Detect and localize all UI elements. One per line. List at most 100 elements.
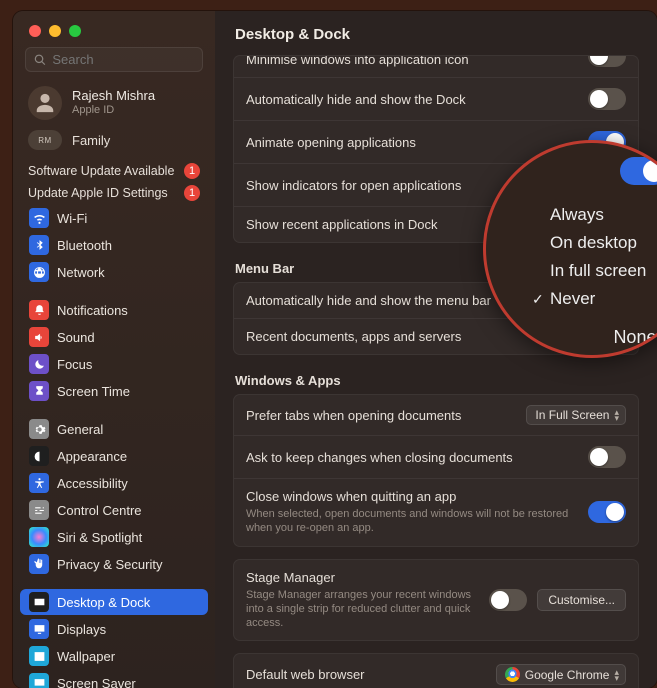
apple-id-update-row[interactable]: Update Apple ID Settings 1 (13, 182, 215, 204)
sidebar-item-label: General (57, 422, 103, 437)
sidebar-item-accessibility[interactable]: Accessibility (20, 470, 208, 496)
sidebar-item-focus[interactable]: Focus (20, 351, 208, 377)
stage-manager-toggle[interactable] (489, 589, 527, 611)
row-label: Recent documents, apps and servers (246, 329, 461, 344)
menu-option-in full screen[interactable]: In full screen (532, 257, 657, 285)
browser-popup[interactable]: Google Chrome ▴▾ (496, 664, 626, 685)
popup-value: Google Chrome (525, 668, 610, 682)
sidebar-item-label: Screen Saver (57, 676, 136, 688)
popup-value: In Full Screen (535, 408, 609, 422)
sidebar-item-network[interactable]: Network (20, 259, 208, 285)
row-label: Ask to keep changes when closing documen… (246, 450, 513, 465)
row-label: Animate opening applications (246, 135, 416, 150)
row-label: Automatically hide and show the menu bar (246, 293, 491, 308)
sidebar-item-wallpaper[interactable]: Wallpaper (20, 643, 208, 669)
sidebar-item-label: Notifications (57, 303, 128, 318)
sidebar-item-siri-spotlight[interactable]: Siri & Spotlight (20, 524, 208, 550)
row-label: Automatically hide and show the Dock (246, 92, 466, 107)
sidebar-item-label: Focus (57, 357, 92, 372)
sidebar-item-label: Accessibility (57, 476, 128, 491)
ask-toggle[interactable] (588, 446, 626, 468)
zoom-window-button[interactable] (69, 25, 81, 37)
sidebar-item-label: Bluetooth (57, 238, 112, 253)
sidebar-item-label: Siri & Spotlight (57, 530, 142, 545)
stage-manager-row: Stage Manager Stage Manager arranges you… (234, 560, 638, 641)
sidebar-item-general[interactable]: General (20, 416, 208, 442)
sidebar-item-screen-time[interactable]: Screen Time (20, 378, 208, 404)
moon-icon (29, 354, 49, 374)
sidebar-item-label: Control Centre (57, 503, 142, 518)
family-badge: RM (28, 130, 62, 150)
gear-icon (29, 419, 49, 439)
dock-icon (29, 592, 49, 612)
sidebar-item-bluetooth[interactable]: Bluetooth (20, 232, 208, 258)
close-window-button[interactable] (29, 25, 41, 37)
chevron-updown-icon: ▴▾ (614, 669, 619, 681)
menu-option-on desktop[interactable]: On desktop (532, 229, 657, 257)
callout-toggle[interactable] (620, 157, 657, 185)
sidebar-item-label: Wallpaper (57, 649, 115, 664)
sidebar-item-desktop-dock[interactable]: Desktop & Dock (20, 589, 208, 615)
sidebar-item-label: Sound (57, 330, 95, 345)
sidebar-item-sound[interactable]: Sound (20, 324, 208, 350)
sidebar-item-label: Appearance (57, 449, 127, 464)
minimize-window-button[interactable] (49, 25, 61, 37)
windows-apps-title: Windows & Apps (235, 373, 639, 388)
row-label: Stage Manager (246, 570, 489, 585)
customise-button[interactable]: Customise... (537, 589, 626, 611)
sidebar-item-control-centre[interactable]: Control Centre (20, 497, 208, 523)
row-label: Show recent applications in Dock (246, 217, 438, 232)
stage-manager-panel: Stage Manager Stage Manager arranges you… (233, 559, 639, 642)
wallpaper-icon (29, 646, 49, 666)
row-label: Default web browser (246, 667, 365, 682)
apple-id-row[interactable]: Rajesh Mishra Apple ID (13, 82, 215, 126)
sidebar-item-label: Desktop & Dock (57, 595, 150, 610)
hand-icon (29, 554, 49, 574)
close-windows-row: Close windows when quitting an app When … (234, 479, 638, 546)
sidebar-item-privacy-security[interactable]: Privacy & Security (20, 551, 208, 577)
search-input[interactable] (52, 52, 194, 67)
speaker-icon (29, 327, 49, 347)
search-field[interactable] (25, 47, 203, 72)
bell-icon (29, 300, 49, 320)
user-name: Rajesh Mishra (72, 89, 155, 104)
screensaver-icon (29, 673, 49, 688)
menu-option-always[interactable]: Always (532, 201, 657, 229)
toggle[interactable] (588, 56, 626, 67)
row-sub: When selected, open documents and window… (246, 507, 586, 536)
sidebar-item-wi-fi[interactable]: Wi-Fi (20, 205, 208, 231)
sidebar-item-label: Network (57, 265, 105, 280)
windows-apps-panel: Prefer tabs when opening documents In Fu… (233, 394, 639, 547)
badge-icon: 1 (184, 163, 200, 179)
avatar (28, 86, 62, 120)
prefer-tabs-row: Prefer tabs when opening documents In Fu… (234, 395, 638, 436)
dock-row-0: Minimise windows into application icon (234, 56, 638, 78)
chrome-icon (505, 667, 520, 682)
close-windows-toggle[interactable] (588, 501, 626, 523)
row-label: Prefer tabs when opening documents (246, 408, 461, 423)
sliders-icon (29, 500, 49, 520)
checkmark-icon: ✓ (532, 291, 550, 308)
bluetooth-icon (29, 235, 49, 255)
menu-option-never[interactable]: ✓Never (532, 285, 657, 313)
sidebar-item-label: Screen Time (57, 384, 130, 399)
accessibility-icon (29, 473, 49, 493)
user-sub: Apple ID (72, 104, 155, 117)
default-browser-row: Default web browser Google Chrome ▴▾ (234, 654, 638, 688)
siri-icon (29, 527, 49, 547)
ask-keep-changes-row: Ask to keep changes when closing documen… (234, 436, 638, 479)
prefer-tabs-popup[interactable]: In Full Screen ▴▾ (526, 405, 626, 425)
sidebar-item-notifications[interactable]: Notifications (20, 297, 208, 323)
sidebar-item-displays[interactable]: Displays (20, 616, 208, 642)
sidebar-item-label: Privacy & Security (57, 557, 162, 572)
chevron-updown-icon: ▴▾ (614, 409, 619, 421)
globe-icon (29, 262, 49, 282)
software-update-row[interactable]: Software Update Available 1 (13, 160, 215, 182)
family-row[interactable]: RM Family (13, 126, 215, 160)
display-icon (29, 619, 49, 639)
hourglass-icon (29, 381, 49, 401)
update-label: Update Apple ID Settings (28, 186, 168, 200)
sidebar-item-screen-saver[interactable]: Screen Saver (20, 670, 208, 688)
sidebar-item-appearance[interactable]: Appearance (20, 443, 208, 469)
toggle[interactable] (588, 88, 626, 110)
